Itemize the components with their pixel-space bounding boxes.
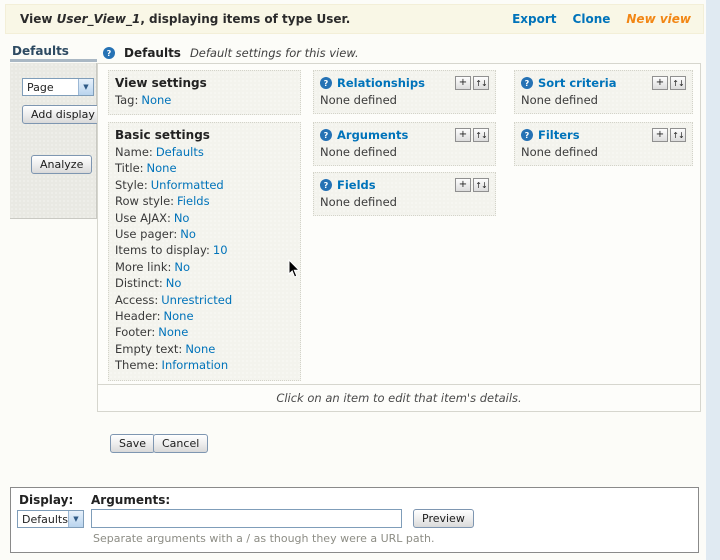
preview-button[interactable]: Preview [413,509,474,528]
help-icon[interactable]: ? [320,179,332,191]
setting-value-link[interactable]: None [147,161,177,175]
setting-value-link[interactable]: Unformatted [151,178,224,192]
sort-criteria-empty-text: None defined [521,93,598,107]
header-bar: View User_View_1, displaying items of ty… [5,4,704,34]
basic-settings-box: Basic settings Name: Defaults Title: None … [108,122,301,381]
view-settings-box: View settings Tag: None [108,70,301,116]
heading-title: Defaults [124,46,181,60]
setting-label: Style: [115,177,148,192]
setting-value-link[interactable]: Fields [177,194,210,208]
preview-display-select-value: Defaults [22,513,68,526]
help-icon[interactable]: ? [320,129,332,141]
display-type-select[interactable]: Page ▼ [22,78,94,96]
page-title: View User_View_1, displaying items of ty… [20,12,350,26]
arguments-title-link[interactable]: Arguments [337,128,408,142]
help-icon[interactable]: ? [521,129,533,141]
rearrange-arguments-button[interactable]: ↑↓ [473,128,489,142]
setting-value-link[interactable]: Defaults [156,145,204,159]
setting-value-link[interactable]: None [158,325,188,339]
new-view-link[interactable]: New view [626,12,691,26]
relationships-box: ? Relationships + ↑↓ None defined [313,70,496,114]
add-field-button[interactable]: + [455,178,471,192]
setting-label: Items to display: [115,243,210,258]
arguments-label: Arguments: [91,493,171,507]
setting-label: Empty text: [115,341,183,356]
setting-value-link[interactable]: No [166,276,182,290]
setting-label: Distinct: [115,276,163,291]
chevron-down-icon: ▼ [68,511,83,527]
add-display-button[interactable]: Add display [22,105,104,124]
title-prefix: View [20,12,57,26]
footer-note: Click on an item to edit that item's det… [97,384,701,412]
clone-link[interactable]: Clone [573,12,611,26]
view-name: User_View_1 [56,12,141,26]
help-icon[interactable]: ? [521,77,533,89]
sort-criteria-box: ? Sort criteria + ↑↓ None defined [514,70,693,114]
preview-display-select[interactable]: Defaults ▼ [17,510,84,528]
setting-label: Name: [115,145,153,159]
filters-title-link[interactable]: Filters [538,128,580,142]
setting-label: More link: [115,259,172,274]
fields-empty-text: None defined [320,195,397,209]
tab-defaults[interactable]: Defaults [12,44,96,58]
tab-underline [10,59,97,62]
help-icon[interactable]: ? [320,77,332,89]
add-relationship-button[interactable]: + [455,76,471,90]
arguments-input[interactable] [91,509,402,528]
cancel-button[interactable]: Cancel [153,434,209,453]
rearrange-sorts-button[interactable]: ↑↓ [670,76,686,90]
setting-value-link[interactable]: Unrestricted [161,293,232,307]
arguments-empty-text: None defined [320,145,397,159]
tag-value-link[interactable]: None [141,93,171,107]
export-link[interactable]: Export [512,12,556,26]
setting-label: Row style: [115,194,175,209]
main-heading: ? Defaults Default settings for this vie… [103,46,359,60]
add-sort-button[interactable]: + [652,76,668,90]
help-icon[interactable]: ? [103,47,115,59]
setting-value-link[interactable]: Information [162,358,229,372]
rearrange-fields-button[interactable]: ↑↓ [473,178,489,192]
setting-value-link[interactable]: None [185,342,215,356]
save-button[interactable]: Save [110,434,156,453]
setting-value-link[interactable]: 10 [213,243,228,257]
preview-panel: Display: Arguments: Defaults ▼ Preview S… [10,487,699,553]
setting-label: Header: [115,309,161,324]
add-argument-button[interactable]: + [455,128,471,142]
rearrange-filters-button[interactable]: ↑↓ [670,128,686,142]
filters-empty-text: None defined [521,145,598,159]
chevron-down-icon: ▼ [78,79,93,95]
fields-title-link[interactable]: Fields [337,178,376,192]
filters-box: ? Filters + ↑↓ None defined [514,122,693,166]
rearrange-relationships-button[interactable]: ↑↓ [473,76,489,90]
heading-note: Default settings for this view. [189,46,359,60]
setting-value-link[interactable]: No [180,227,196,241]
arguments-box: ? Arguments + ↑↓ None defined [313,122,496,166]
setting-label: Footer: [115,325,156,340]
page-right-strip [706,0,720,560]
setting-value-link[interactable]: No [174,211,190,225]
setting-label: Use pager: [115,227,178,242]
setting-label: Access: [115,292,159,307]
setting-value-link[interactable]: None [164,309,194,323]
setting-label: Theme: [115,358,159,373]
setting-value-link[interactable]: No [174,260,190,274]
relationships-title-link[interactable]: Relationships [337,76,425,90]
view-settings-title: View settings [115,76,207,90]
fields-box: ? Fields + ↑↓ None defined [313,172,496,216]
setting-label: Use AJAX: [115,210,171,225]
setting-label: Title: [115,161,144,176]
display-label: Display: [19,493,74,507]
sort-criteria-title-link[interactable]: Sort criteria [538,76,616,90]
header-links: Export Clone New view [512,12,691,26]
analyze-button[interactable]: Analyze [31,155,93,174]
add-filter-button[interactable]: + [652,128,668,142]
basic-settings-title: Basic settings [115,128,210,142]
title-suffix: , displaying items of type User. [140,12,351,26]
arguments-help-text: Separate arguments with a / as though th… [93,532,435,545]
display-type-select-value: Page [27,81,54,94]
tag-label: Tag: [115,93,139,107]
relationships-empty-text: None defined [320,93,397,107]
sidebar-panel: Page ▼ Add display Analyze [10,63,104,219]
